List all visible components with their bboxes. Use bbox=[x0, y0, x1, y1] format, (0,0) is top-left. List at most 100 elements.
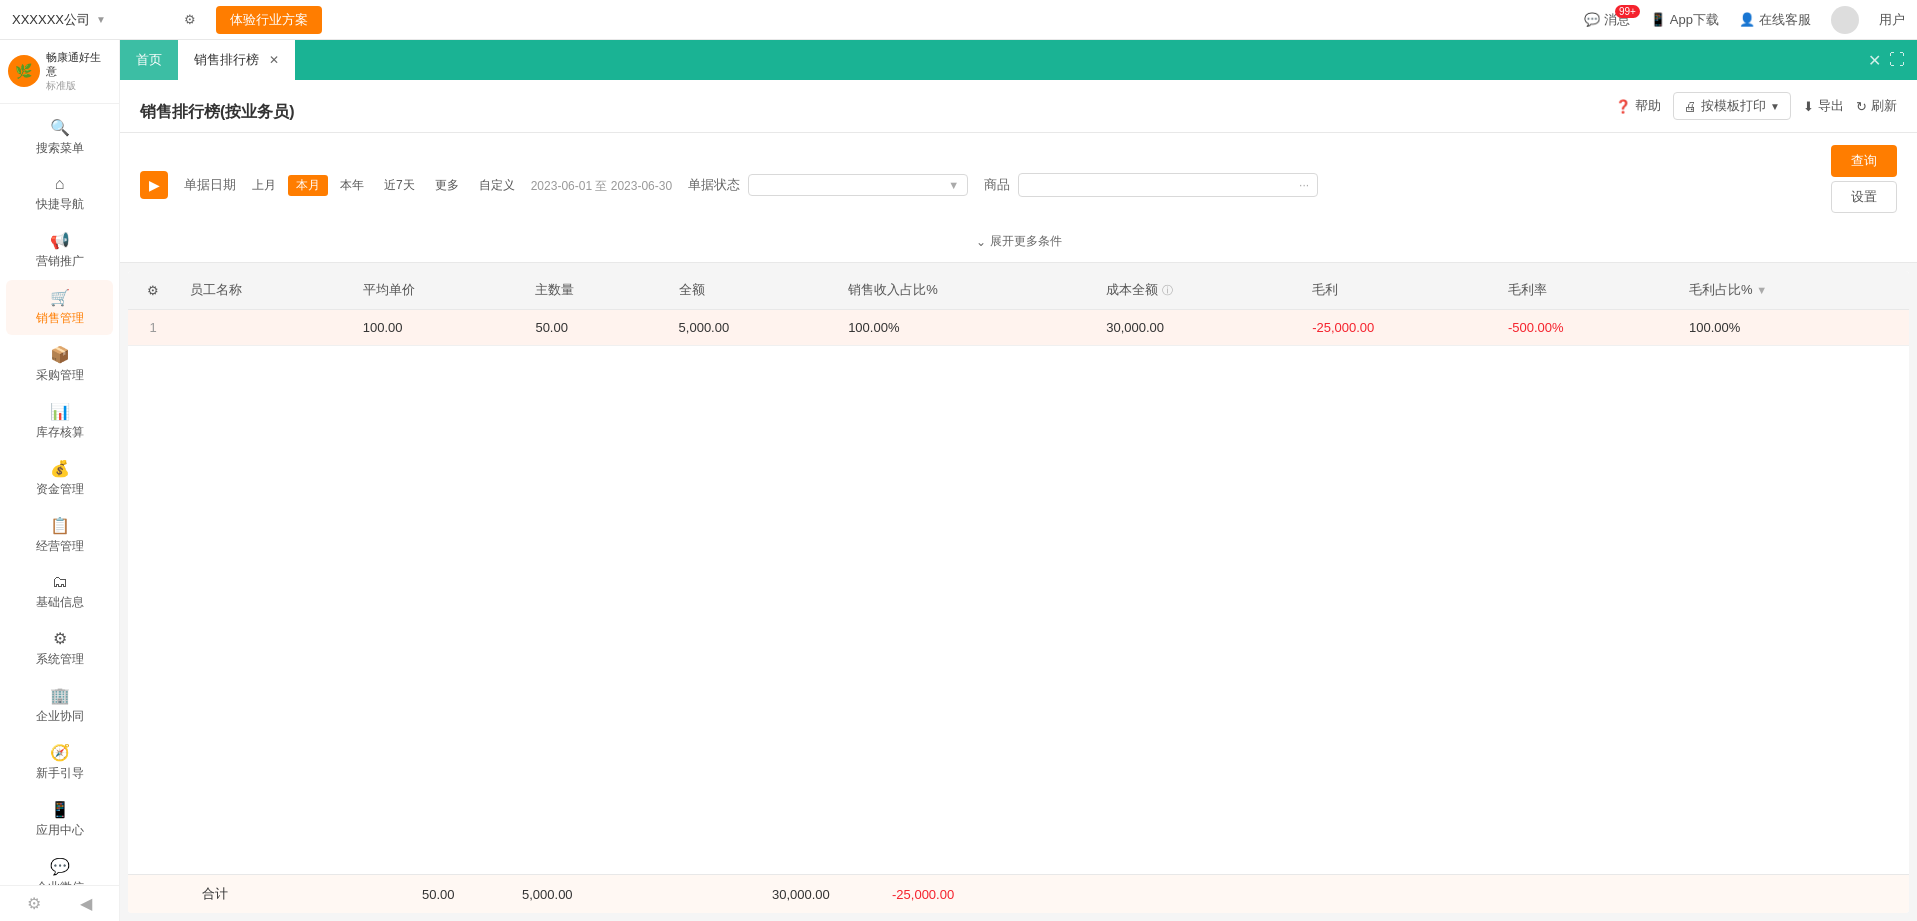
sidebar-item-marketing[interactable]: 📢 营销推广 bbox=[6, 223, 113, 278]
sidebar-item-inventory[interactable]: 📊 库存核算 bbox=[6, 394, 113, 449]
date-tab-7days[interactable]: 近7天 bbox=[376, 175, 423, 196]
trial-button[interactable]: 体验行业方案 bbox=[216, 6, 322, 34]
th-settings[interactable]: ⚙ bbox=[128, 271, 178, 310]
enterprise-icon: 🏢 bbox=[50, 686, 70, 705]
th-name: 员工名称 bbox=[178, 271, 351, 310]
status-select[interactable]: ▼ bbox=[748, 174, 968, 196]
footer-row: 合计 50.00 5,000.00 30,000.00 -25,000.00 bbox=[140, 885, 1897, 903]
date-range-display: 2023-06-01 至 2023-06-30 bbox=[531, 178, 672, 195]
expand-more-button[interactable]: ⌄ 展开更多条件 bbox=[140, 233, 1897, 250]
system-icon: ⚙ bbox=[53, 629, 67, 648]
cell-quantity: 50.00 bbox=[523, 310, 666, 346]
tab-maximize-icon[interactable]: ⛶ bbox=[1889, 51, 1905, 69]
goods-input[interactable]: ··· bbox=[1018, 173, 1318, 197]
basic-icon: 🗂 bbox=[52, 573, 68, 591]
cell-amount: 5,000.00 bbox=[667, 310, 837, 346]
refresh-button[interactable]: ↻ 刷新 bbox=[1856, 97, 1897, 115]
th-profit-rate: 毛利率 bbox=[1496, 271, 1677, 310]
table-container: ⚙ 员工名称 平均单价 主数量 全额 销售收入占比% 成本全额 ⓘ 毛利 毛利率… bbox=[128, 271, 1909, 913]
sidebar-item-wechat[interactable]: 💬 企业微信 bbox=[6, 849, 113, 885]
th-cost: 成本全额 ⓘ bbox=[1094, 271, 1300, 310]
guide-icon: 🧭 bbox=[50, 743, 70, 762]
date-tab-current-year[interactable]: 本年 bbox=[332, 175, 372, 196]
cell-profit-rate: -500.00% bbox=[1496, 310, 1677, 346]
tab-close-window-icon[interactable]: ✕ bbox=[1868, 51, 1881, 70]
sidebar-label-apps: 应用中心 bbox=[36, 822, 84, 839]
sidebar-item-finance[interactable]: 💰 资金管理 bbox=[6, 451, 113, 506]
sidebar-item-purchase[interactable]: 📦 采购管理 bbox=[6, 337, 113, 392]
sidebar-label-finance: 资金管理 bbox=[36, 481, 84, 498]
logo-main: 畅康通好生意 bbox=[46, 50, 111, 79]
avatar[interactable] bbox=[1831, 6, 1859, 34]
sidebar-item-sales[interactable]: 🛒 销售管理 bbox=[6, 280, 113, 335]
message-icon: 💬 bbox=[1584, 12, 1600, 27]
print-button[interactable]: 🖨 按模板打印 ▼ bbox=[1673, 92, 1791, 120]
online-service-button[interactable]: 👤 在线客服 bbox=[1739, 11, 1811, 29]
cell-profit: -25,000.00 bbox=[1300, 310, 1496, 346]
filter-area: ▶ 单据日期 上月 本月 本年 近7天 更多 自定义 bbox=[120, 133, 1917, 263]
logo-area: 🌿 畅康通好生意 标准版 bbox=[0, 40, 119, 104]
sidebar-item-basic[interactable]: 🗂 基础信息 bbox=[6, 565, 113, 619]
message-button[interactable]: 💬 消息 99+ bbox=[1584, 11, 1630, 29]
sidebar-item-guide[interactable]: 🧭 新手引导 bbox=[6, 735, 113, 790]
logo-text-area: 畅康通好生意 标准版 bbox=[46, 50, 111, 93]
user-name: 用户 bbox=[1879, 11, 1905, 29]
sidebar: 🌿 畅康通好生意 标准版 🔍 搜索菜单 ⌂ 快捷导航 📢 营销推广 🛒 销售管理 bbox=[0, 40, 120, 921]
page-title: 销售排行榜(按业务员) bbox=[140, 102, 1615, 123]
app-label: App下载 bbox=[1670, 11, 1719, 29]
sales-rank-tab-label: 销售排行榜 bbox=[194, 51, 259, 69]
service-icon: 👤 bbox=[1739, 12, 1755, 27]
filter-toggle-button[interactable]: ▶ bbox=[140, 171, 168, 199]
page-actions: ❓ 帮助 🖨 按模板打印 ▼ ⬇ 导出 ↻ 刷新 bbox=[1615, 92, 1897, 132]
query-button[interactable]: 查询 bbox=[1831, 145, 1897, 177]
export-button[interactable]: ⬇ 导出 bbox=[1803, 97, 1844, 115]
sidebar-item-operation[interactable]: 📋 经营管理 bbox=[6, 508, 113, 563]
date-filter: 单据日期 上月 本月 本年 近7天 更多 自定义 2023-06-01 至 20… bbox=[184, 175, 672, 196]
table-scroll[interactable]: ⚙ 员工名称 平均单价 主数量 全额 销售收入占比% 成本全额 ⓘ 毛利 毛利率… bbox=[128, 271, 1909, 874]
inventory-icon: 📊 bbox=[50, 402, 70, 421]
logo-sub: 标准版 bbox=[46, 79, 111, 93]
tab-sales-rank[interactable]: 销售排行榜 ✕ bbox=[178, 40, 295, 80]
help-button[interactable]: ❓ 帮助 bbox=[1615, 97, 1661, 115]
tab-home[interactable]: 首页 bbox=[120, 40, 178, 80]
page-settings-button[interactable]: 设置 bbox=[1831, 181, 1897, 213]
sidebar-settings-icon[interactable]: ⚙ bbox=[27, 894, 41, 913]
settings-icon[interactable]: ⚙ bbox=[176, 6, 204, 34]
filter-toggle-icon: ▶ bbox=[149, 177, 160, 193]
app-download-button[interactable]: 📱 App下载 bbox=[1650, 11, 1719, 29]
date-tabs: 上月 本月 本年 近7天 更多 自定义 bbox=[244, 175, 523, 196]
sidebar-item-enterprise[interactable]: 🏢 企业协同 bbox=[6, 678, 113, 733]
content-area: 首页 销售排行榜 ✕ ✕ ⛶ 销售排行榜(按业务员) ❓ 帮助 bbox=[120, 40, 1917, 921]
tab-close-icon[interactable]: ✕ bbox=[269, 53, 279, 67]
footer-cost: 30,000.00 bbox=[760, 887, 880, 902]
th-profit-pct: 毛利占比% ▼ bbox=[1677, 271, 1909, 310]
sidebar-label-quicknav: 快捷导航 bbox=[36, 196, 84, 213]
data-table: ⚙ 员工名称 平均单价 主数量 全额 销售收入占比% 成本全额 ⓘ 毛利 毛利率… bbox=[128, 271, 1909, 346]
query-column: 查询 设置 bbox=[1831, 145, 1897, 225]
page-content: 销售排行榜(按业务员) ❓ 帮助 🖨 按模板打印 ▼ ⬇ 导出 bbox=[120, 80, 1917, 921]
cell-rank: 1 bbox=[128, 310, 178, 346]
sidebar-item-quick-nav[interactable]: ⌂ 快捷导航 bbox=[6, 167, 113, 221]
goods-filter: 商品 ··· bbox=[984, 173, 1318, 197]
sidebar-collapse-icon[interactable]: ◀ bbox=[80, 894, 92, 913]
date-tab-current-month[interactable]: 本月 bbox=[288, 175, 328, 196]
table-header-row: ⚙ 员工名称 平均单价 主数量 全额 销售收入占比% 成本全额 ⓘ 毛利 毛利率… bbox=[128, 271, 1909, 310]
sidebar-label-system: 系统管理 bbox=[36, 651, 84, 668]
sales-icon: 🛒 bbox=[50, 288, 70, 307]
sidebar-item-apps[interactable]: 📱 应用中心 bbox=[6, 792, 113, 847]
sidebar-item-system[interactable]: ⚙ 系统管理 bbox=[6, 621, 113, 676]
date-tab-last-month[interactable]: 上月 bbox=[244, 175, 284, 196]
date-tab-more[interactable]: 更多 bbox=[427, 175, 467, 196]
date-filter-label: 单据日期 bbox=[184, 176, 236, 194]
cell-sales-pct: 100.00% bbox=[836, 310, 1094, 346]
tab-right-actions: ✕ ⛶ bbox=[1868, 51, 1917, 70]
sidebar-label-sales: 销售管理 bbox=[36, 310, 84, 327]
expand-label: 展开更多条件 bbox=[990, 233, 1062, 250]
company-selector[interactable]: XXXXXX公司 ▼ bbox=[12, 11, 172, 29]
cell-profit-pct: 100.00% bbox=[1677, 310, 1909, 346]
sidebar-item-search-order[interactable]: 🔍 搜索菜单 bbox=[6, 110, 113, 165]
cell-cost: 30,000.00 bbox=[1094, 310, 1300, 346]
date-tab-custom[interactable]: 自定义 bbox=[471, 175, 523, 196]
help-icon: ❓ bbox=[1615, 99, 1631, 114]
search-icon: 🔍 bbox=[50, 118, 70, 137]
